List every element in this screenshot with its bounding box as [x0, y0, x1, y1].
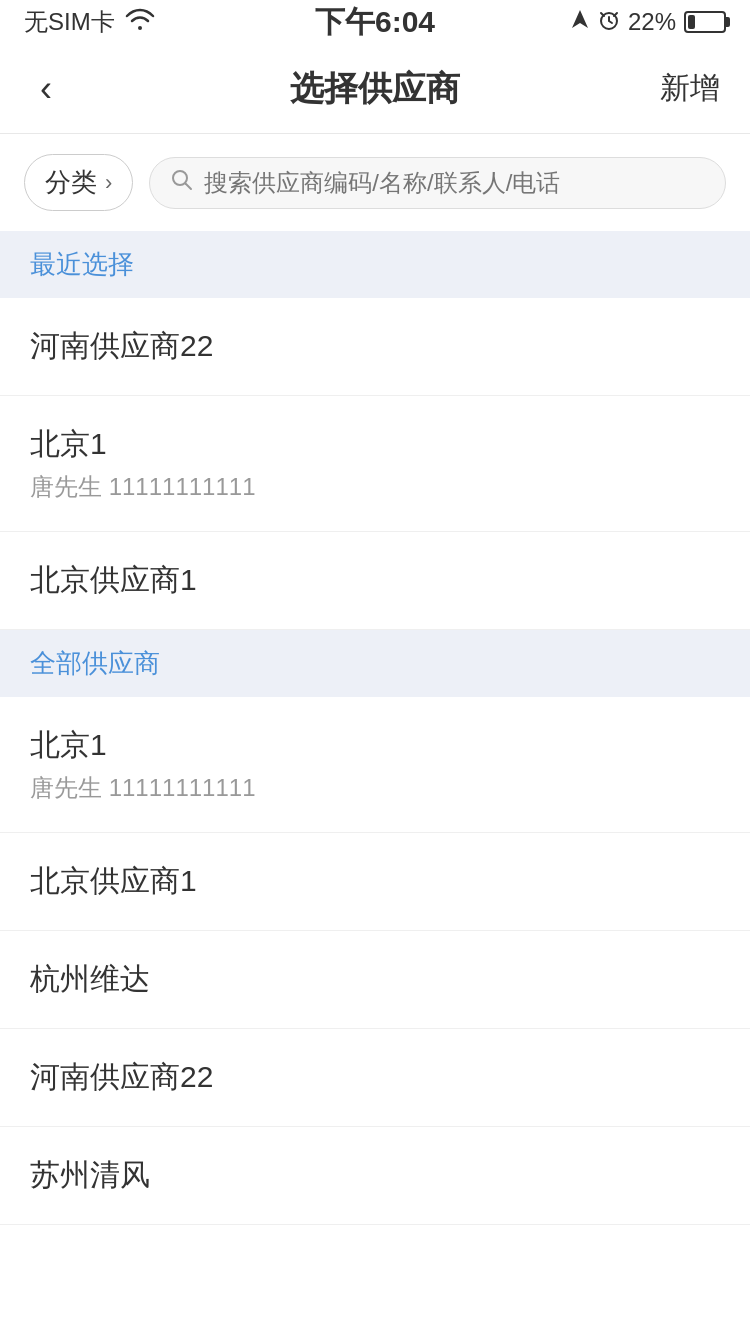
- list-item[interactable]: 北京1 唐先生 11111111111: [0, 697, 750, 833]
- item-name: 北京供应商1: [30, 560, 720, 601]
- item-name: 杭州维达: [30, 959, 720, 1000]
- list-item[interactable]: 河南供应商22: [0, 1029, 750, 1127]
- item-name: 北京1: [30, 424, 720, 465]
- battery-percent: 22%: [628, 8, 676, 36]
- item-name: 河南供应商22: [30, 326, 720, 367]
- status-bar: 无SIM卡 下午6:04 22%: [0, 0, 750, 44]
- item-sub: 唐先生 11111111111: [30, 471, 720, 503]
- battery-icon: [684, 11, 726, 33]
- category-button[interactable]: 分类 ›: [24, 154, 133, 211]
- location-icon: [570, 8, 590, 36]
- category-label: 分类: [45, 165, 97, 200]
- wifi-icon: [125, 8, 155, 36]
- list-item[interactable]: 杭州维达: [0, 931, 750, 1029]
- nav-bar: ‹ 选择供应商 新增: [0, 44, 750, 134]
- list-item[interactable]: 北京供应商1: [0, 532, 750, 630]
- item-name: 苏州清风: [30, 1155, 720, 1196]
- search-icon: [170, 168, 194, 198]
- item-name: 北京供应商1: [30, 861, 720, 902]
- recent-section-label: 最近选择: [30, 249, 134, 279]
- list-item[interactable]: 北京1 唐先生 11111111111: [0, 396, 750, 532]
- page-title: 选择供应商: [290, 66, 460, 112]
- recent-section-header: 最近选择: [0, 231, 750, 298]
- status-right: 22%: [570, 8, 726, 36]
- back-button[interactable]: ‹: [30, 58, 62, 120]
- list-item[interactable]: 河南供应商22: [0, 298, 750, 396]
- search-input[interactable]: [204, 169, 705, 197]
- all-section-header: 全部供应商: [0, 630, 750, 697]
- item-name: 北京1: [30, 725, 720, 766]
- status-left: 无SIM卡: [24, 6, 155, 38]
- carrier-text: 无SIM卡: [24, 6, 115, 38]
- item-name: 河南供应商22: [30, 1057, 720, 1098]
- add-button[interactable]: 新增: [660, 68, 720, 109]
- list-item[interactable]: 北京供应商1: [0, 833, 750, 931]
- filter-bar: 分类 ›: [0, 134, 750, 231]
- recent-list: 河南供应商22 北京1 唐先生 11111111111 北京供应商1: [0, 298, 750, 630]
- status-time: 下午6:04: [315, 2, 435, 43]
- all-section-label: 全部供应商: [30, 648, 160, 678]
- chevron-right-icon: ›: [105, 170, 112, 196]
- all-list: 北京1 唐先生 11111111111 北京供应商1 杭州维达河南供应商22 苏州清风: [0, 697, 750, 1225]
- alarm-icon: [598, 8, 620, 36]
- list-item[interactable]: 苏州清风: [0, 1127, 750, 1225]
- item-sub: 唐先生 11111111111: [30, 772, 720, 804]
- search-box[interactable]: [149, 157, 726, 209]
